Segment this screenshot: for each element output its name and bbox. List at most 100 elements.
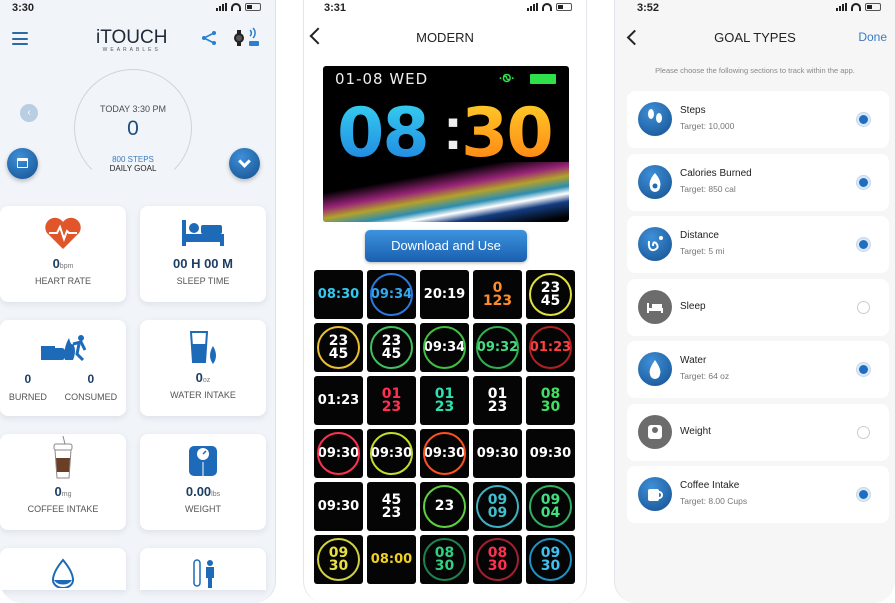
route-icon: [638, 227, 672, 261]
face-ring: [423, 432, 466, 475]
status-indicators: [527, 3, 572, 11]
watch-face-thumbnail[interactable]: 01:23: [526, 323, 575, 372]
watch-face-thumbnail[interactable]: 23 45: [314, 323, 363, 372]
face-ring: [529, 273, 572, 316]
watch-face-thumbnail[interactable]: 45 23: [367, 482, 416, 531]
goal-name: Coffee Intake: [680, 480, 740, 491]
watch-face-thumbnail[interactable]: 09:30: [314, 429, 363, 478]
logo-title: iTOUCH: [96, 27, 168, 48]
calories-icon: [41, 335, 87, 362]
daily-goal-label: DAILY GOAL: [109, 164, 157, 173]
battery-icon: [556, 3, 572, 11]
face-ring: [476, 485, 519, 528]
water-label: WATER INTAKE: [170, 390, 236, 400]
weight-card[interactable]: 0.00lbs WEIGHT: [140, 434, 266, 530]
status-indicators: [836, 3, 881, 11]
goal-radio[interactable]: [857, 488, 870, 501]
goal-target: Target: 10,000: [680, 121, 735, 131]
goal-radio[interactable]: [857, 175, 870, 189]
expand-button[interactable]: [229, 148, 260, 179]
bed-icon: [638, 289, 672, 324]
consumed-label: CONSUMED: [64, 392, 118, 402]
face-time-text: 08:30: [317, 287, 360, 302]
page-title: GOAL TYPES: [714, 30, 796, 45]
goal-name: Sleep: [680, 300, 706, 312]
watch-face-thumbnail[interactable]: 09 09: [473, 482, 522, 531]
face-ring: [423, 326, 466, 369]
watch-face-thumbnail[interactable]: 09:30: [526, 429, 575, 478]
goal-radio[interactable]: [857, 238, 870, 251]
download-and-use-button[interactable]: Download and Use: [365, 230, 527, 262]
face-time-text: 09:30: [529, 446, 572, 461]
watch-face-thumbnail[interactable]: 09:32: [473, 323, 522, 372]
watch-face-thumbnail[interactable]: 09:30: [473, 429, 522, 478]
coffee-value: 0: [54, 484, 62, 499]
sleep-time-label: SLEEP TIME: [176, 276, 230, 286]
face-ring: [317, 432, 360, 475]
watch-face-thumbnail[interactable]: 08 30: [526, 376, 575, 425]
goal-item[interactable]: Distance Target: 5 mi: [627, 216, 889, 273]
watch-face-thumbnail[interactable]: 0123: [473, 270, 522, 319]
status-bar: 3:52: [615, 0, 895, 18]
watch-face-thumbnail[interactable]: 08:30: [314, 270, 363, 319]
previous-day-button[interactable]: ‹: [20, 104, 38, 122]
watch-face-thumbnail[interactable]: 01:23: [314, 376, 363, 425]
goal-radio[interactable]: [857, 425, 870, 439]
watch-face-thumbnail[interactable]: 23 45: [367, 323, 416, 372]
goal-radio[interactable]: [857, 300, 870, 314]
watch-face-thumbnail[interactable]: 09:34: [367, 270, 416, 319]
sleep-time-card[interactable]: 00 H 00 M SLEEP TIME: [140, 206, 266, 302]
dashboard-screen: 3:30 iTOUCH WEARABLES TODAY 3:30 PM 0 80…: [0, 0, 276, 603]
done-button[interactable]: Done: [858, 30, 887, 44]
watch-faces-screen: 3:31 MODERN 01-08 WED ·Ꮻ· 08 : 30 Downlo…: [303, 0, 587, 603]
goal-types-screen: 3:52 GOAL TYPES Done Please choose the f…: [614, 0, 895, 603]
watch-face-thumbnail[interactable]: 23: [420, 482, 469, 531]
share-icon[interactable]: [201, 30, 217, 46]
coffee-intake-card[interactable]: 0mg COFFEE INTAKE: [0, 434, 126, 530]
goal-radio[interactable]: [857, 113, 870, 126]
watch-face-thumbnail[interactable]: 09:30: [367, 429, 416, 478]
heart-icon: [45, 217, 81, 249]
watch-face-thumbnail[interactable]: 09 30: [314, 535, 363, 584]
wifi-icon: [851, 3, 861, 11]
logo-subtitle: WEARABLES: [102, 47, 161, 53]
scale-icon: [189, 446, 217, 476]
watch-face-thumbnail[interactable]: 0123: [367, 376, 416, 425]
watch-face-thumbnail[interactable]: 09:30: [420, 429, 469, 478]
goal-item[interactable]: Calories Burned Target: 850 cal: [627, 153, 889, 211]
goal-item[interactable]: Weight: [627, 403, 889, 461]
goal-name: Distance: [680, 230, 719, 241]
water-drop-icon: [638, 352, 672, 386]
goal-item[interactable]: Steps Target: 10,000: [627, 91, 889, 148]
watch-face-thumbnail[interactable]: 08 30: [473, 535, 522, 584]
watch-face-thumbnail[interactable]: 09 04: [526, 482, 575, 531]
goal-item[interactable]: Water Target: 64 oz: [627, 341, 889, 398]
face-time-text: 09:30: [476, 446, 519, 461]
hamburger-menu-icon[interactable]: [12, 32, 28, 45]
watch-face-thumbnail[interactable]: 08:00: [367, 535, 416, 584]
face-time-text: 123: [482, 292, 513, 309]
watch-face-thumbnail[interactable]: 08 30: [420, 535, 469, 584]
water-intake-card[interactable]: 0oz WATER INTAKE: [140, 320, 266, 416]
watch-face-thumbnail[interactable]: 0123: [473, 376, 522, 425]
watch-face-thumbnail[interactable]: 09:34: [420, 323, 469, 372]
watch-face-thumbnail[interactable]: 09 30: [526, 535, 575, 584]
watch-connection-icon[interactable]: [232, 26, 262, 50]
bluetooth-icon: ·Ꮻ·: [499, 73, 515, 85]
goal-target: Target: 8.00 Cups: [680, 496, 748, 506]
goal-item[interactable]: Coffee Intake Target: 8.00 Cups: [627, 466, 889, 523]
heart-rate-card[interactable]: 0bpm HEART RATE: [0, 206, 126, 302]
oxygen-card[interactable]: [0, 548, 126, 590]
goal-item[interactable]: Sleep: [627, 278, 889, 336]
goal-radio[interactable]: [857, 363, 870, 376]
watch-face-thumbnail[interactable]: 20:19: [420, 270, 469, 319]
body-temperature-card[interactable]: [140, 548, 266, 590]
watch-face-thumbnail[interactable]: 23 45: [526, 270, 575, 319]
water-value: 0: [195, 370, 203, 385]
calendar-icon: [17, 158, 28, 168]
watch-face-thumbnail[interactable]: 09:30: [314, 482, 363, 531]
calendar-button[interactable]: [7, 148, 38, 179]
watch-face-thumbnail[interactable]: 0123: [420, 376, 469, 425]
face-time-text: 30: [540, 398, 561, 415]
calories-card[interactable]: 0 BURNED 0 CONSUMED: [0, 320, 126, 416]
